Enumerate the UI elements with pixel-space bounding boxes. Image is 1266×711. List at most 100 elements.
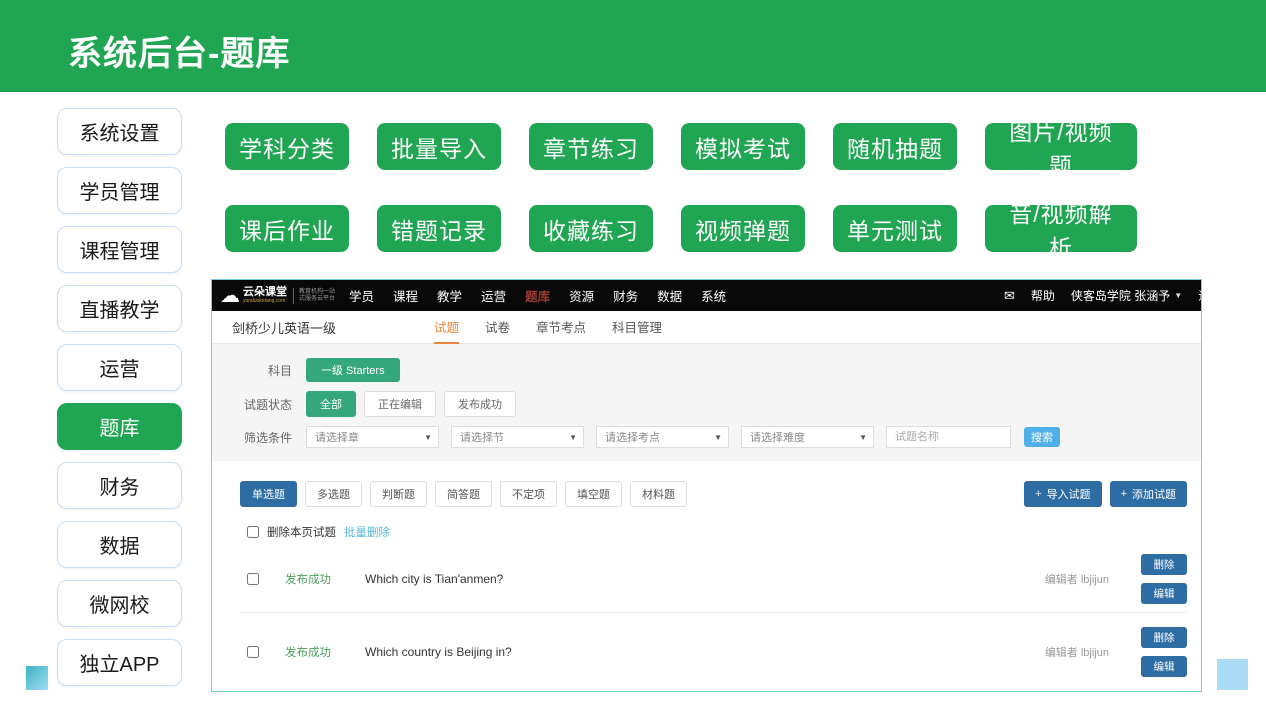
panel-nav-right: ✉ 帮助 侠客岛学院 张涵予 ▼ 退出: [1004, 280, 1201, 311]
feature-batch-import[interactable]: 批量导入: [377, 123, 501, 170]
qtype-indefinite[interactable]: 不定项: [500, 481, 557, 507]
decorative-square-right: [1217, 659, 1248, 690]
table-row: 发布成功 Which city is Tian'anmen? 编辑者 lbjij…: [240, 545, 1187, 612]
search-button[interactable]: 搜索: [1024, 427, 1060, 447]
sidebar-item-finance[interactable]: 财务: [57, 462, 182, 509]
subject-filter-row: 科目 一级 Starters: [212, 358, 1201, 382]
tab-papers[interactable]: 试卷: [485, 311, 510, 344]
import-questions-button[interactable]: + 导入试题: [1024, 481, 1101, 507]
status-filter-row: 试题状态 全部 正在编辑 发布成功: [212, 391, 1201, 417]
logo-tagline-line2: 式服务云平台: [299, 296, 335, 303]
qtype-single-choice[interactable]: 单选题: [240, 481, 297, 507]
edit-button[interactable]: 编辑: [1141, 583, 1187, 604]
delete-button[interactable]: 删除: [1141, 627, 1187, 648]
sidebar-item-operations[interactable]: 运营: [57, 344, 182, 391]
panel-nav-resources[interactable]: 资源: [569, 286, 594, 305]
status-published-button[interactable]: 发布成功: [444, 391, 516, 417]
panel-nav-system[interactable]: 系统: [701, 286, 726, 305]
envelope-icon[interactable]: ✉: [1004, 288, 1015, 304]
status-badge: 发布成功: [285, 571, 343, 587]
page: 系统后台-题库 系统设置 学员管理 课程管理 直播教学 运营 题库 财务 数据 …: [0, 0, 1266, 711]
feature-video-popup-questions[interactable]: 视频弹题: [681, 205, 805, 252]
subject-label: 科目: [212, 362, 292, 379]
status-label: 试题状态: [212, 396, 292, 413]
chevron-down-icon: ▼: [569, 433, 577, 442]
batch-delete-link[interactable]: 批量删除: [344, 524, 390, 540]
feature-wrong-question-record[interactable]: 错题记录: [377, 205, 501, 252]
course-title: 剑桥少儿英语一级: [232, 318, 336, 337]
feature-audio-video-analysis[interactable]: 音/视频解析: [985, 205, 1137, 252]
chapter-select[interactable]: 请选择章 ▼: [306, 426, 439, 448]
status-all-button[interactable]: 全部: [306, 391, 356, 417]
decorative-square-left: [26, 666, 48, 690]
feature-mock-exam[interactable]: 模拟考试: [681, 123, 805, 170]
tab-chapter-points[interactable]: 章节考点: [536, 311, 586, 344]
status-badge: 发布成功: [285, 644, 343, 660]
logo-name: 云朵课堂: [243, 287, 287, 298]
plus-icon: +: [1035, 488, 1041, 500]
sidebar-item-standalone-app[interactable]: 独立APP: [57, 639, 182, 686]
cloud-logo-icon: ☁: [220, 286, 240, 306]
question-text: Which city is Tian'anmen?: [365, 572, 503, 586]
panel-nav-data[interactable]: 数据: [657, 286, 682, 305]
sidebar-item-course-management[interactable]: 课程管理: [57, 226, 182, 273]
panel-nav-menu: 学员 课程 教学 运营 题库 资源 财务 数据 系统: [349, 286, 726, 305]
filter-panel: 科目 一级 Starters 试题状态 全部 正在编辑 发布成功 筛选条件 请选…: [212, 344, 1201, 461]
qtype-short-answer[interactable]: 简答题: [435, 481, 492, 507]
sidebar-item-micro-school[interactable]: 微网校: [57, 580, 182, 627]
condition-filter-row: 筛选条件 请选择章 ▼ 请选择节 ▼ 请选择考点 ▼ 请选择难度 ▼: [212, 426, 1201, 448]
section-select[interactable]: 请选择节 ▼: [451, 426, 584, 448]
panel-nav-question-bank[interactable]: 题库: [525, 286, 550, 305]
panel-nav-courses[interactable]: 课程: [393, 286, 418, 305]
tab-questions[interactable]: 试题: [434, 311, 459, 344]
condition-label: 筛选条件: [212, 429, 292, 446]
panel-nav-teaching[interactable]: 教学: [437, 286, 462, 305]
feature-chapter-practice[interactable]: 章节练习: [529, 123, 653, 170]
feature-homework[interactable]: 课后作业: [225, 205, 349, 252]
row-checkbox[interactable]: [247, 646, 259, 658]
question-name-input[interactable]: [886, 426, 1011, 448]
feature-grid: 学科分类 批量导入 章节练习 模拟考试 随机抽题 图片/视频题 课后作业 错题记…: [225, 123, 1137, 252]
panel-nav-students[interactable]: 学员: [349, 286, 374, 305]
row-checkbox[interactable]: [247, 573, 259, 585]
feature-image-video-questions[interactable]: 图片/视频题: [985, 123, 1137, 170]
feature-subject-classification[interactable]: 学科分类: [225, 123, 349, 170]
qtype-multiple-choice[interactable]: 多选题: [305, 481, 362, 507]
panel-nav-finance[interactable]: 财务: [613, 286, 638, 305]
subject-tag[interactable]: 一级 Starters: [306, 358, 400, 382]
delete-button[interactable]: 删除: [1141, 554, 1187, 575]
sidebar-item-system-settings[interactable]: 系统设置: [57, 108, 182, 155]
panel-tabs: 试题 试卷 章节考点 科目管理: [434, 311, 662, 344]
account-menu[interactable]: 侠客岛学院 张涵予 ▼: [1071, 287, 1182, 304]
tab-subject-management[interactable]: 科目管理: [612, 311, 662, 344]
feature-favorite-practice[interactable]: 收藏练习: [529, 205, 653, 252]
logout-link[interactable]: 退出: [1198, 287, 1201, 304]
sidebar-item-student-management[interactable]: 学员管理: [57, 167, 182, 214]
panel-sub-nav: 剑桥少儿英语一级 试题 试卷 章节考点 科目管理: [212, 311, 1201, 344]
yunduoketang-logo[interactable]: ☁ 云朵课堂 yunduoketang.com 教育机构一站 式服务云平台: [220, 286, 335, 306]
status-editing-button[interactable]: 正在编辑: [364, 391, 436, 417]
difficulty-select[interactable]: 请选择难度 ▼: [741, 426, 874, 448]
caret-down-icon: ▼: [1174, 291, 1182, 300]
panel-nav-operations[interactable]: 运营: [481, 286, 506, 305]
sidebar: 系统设置 学员管理 课程管理 直播教学 运营 题库 财务 数据 微网校 独立AP…: [57, 108, 182, 698]
sidebar-item-question-bank[interactable]: 题库: [57, 403, 182, 450]
edit-button[interactable]: 编辑: [1141, 656, 1187, 677]
logo-tagline-line1: 教育机构一站: [299, 289, 335, 296]
sidebar-item-live-teaching[interactable]: 直播教学: [57, 285, 182, 332]
sidebar-item-data[interactable]: 数据: [57, 521, 182, 568]
qtype-fill-blank[interactable]: 填空题: [565, 481, 622, 507]
feature-random-questions[interactable]: 随机抽题: [833, 123, 957, 170]
panel-top-nav: ☁ 云朵课堂 yunduoketang.com 教育机构一站 式服务云平台 学员…: [212, 280, 1201, 311]
help-link[interactable]: 帮助: [1031, 287, 1055, 304]
qtype-true-false[interactable]: 判断题: [370, 481, 427, 507]
select-all-checkbox[interactable]: [247, 526, 259, 538]
qtype-material[interactable]: 材料题: [630, 481, 687, 507]
question-text: Which country is Beijing in?: [365, 645, 512, 659]
logo-divider: [293, 288, 294, 304]
bulk-actions-row: 删除本页试题 批量删除: [240, 524, 1187, 540]
add-question-button[interactable]: + 添加试题: [1110, 481, 1187, 507]
point-select[interactable]: 请选择考点 ▼: [596, 426, 729, 448]
feature-unit-test[interactable]: 单元测试: [833, 205, 957, 252]
admin-panel-screenshot: ☁ 云朵课堂 yunduoketang.com 教育机构一站 式服务云平台 学员…: [211, 279, 1202, 692]
